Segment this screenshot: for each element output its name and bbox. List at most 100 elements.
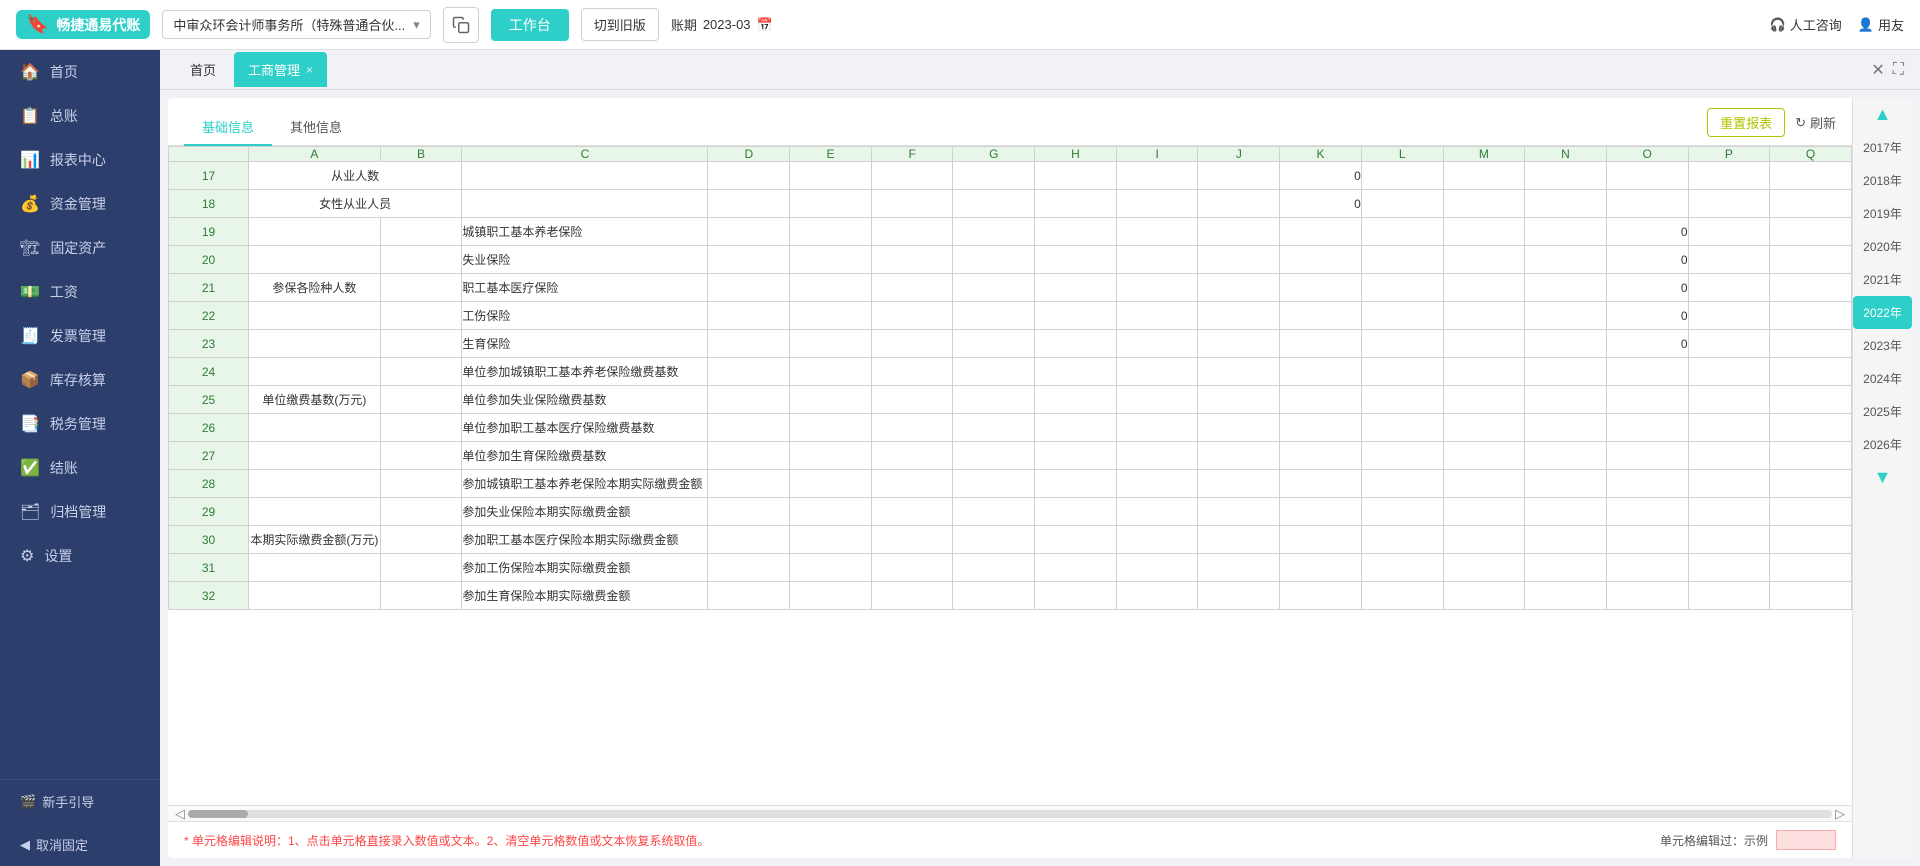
sidebar-item-general-ledger[interactable]: 📋 总账 — [0, 94, 160, 138]
cell-d31[interactable] — [708, 554, 790, 582]
cell-a31[interactable] — [249, 554, 381, 582]
cell-m17[interactable] — [1443, 162, 1525, 190]
cell-i24[interactable] — [1116, 358, 1198, 386]
cell-q31[interactable] — [1770, 554, 1852, 582]
cell-i30[interactable] — [1116, 526, 1198, 554]
cell-q28[interactable] — [1770, 470, 1852, 498]
cell-k29[interactable] — [1280, 498, 1362, 526]
cell-e31[interactable] — [790, 554, 872, 582]
cell-n32[interactable] — [1525, 582, 1607, 610]
cell-l30[interactable] — [1361, 526, 1443, 554]
cell-q32[interactable] — [1770, 582, 1852, 610]
sidebar-item-finance[interactable]: 💰 资金管理 — [0, 182, 160, 226]
cell-n17[interactable] — [1525, 162, 1607, 190]
cell-c31[interactable]: 参加工伤保险本期实际缴费金额 — [462, 554, 708, 582]
cell-h18[interactable] — [1035, 190, 1117, 218]
cell-e20[interactable] — [790, 246, 872, 274]
cell-o29[interactable] — [1606, 498, 1688, 526]
cell-n29[interactable] — [1525, 498, 1607, 526]
cell-j24[interactable] — [1198, 358, 1280, 386]
cell-n20[interactable] — [1525, 246, 1607, 274]
cell-e26[interactable] — [790, 414, 872, 442]
cell-a19[interactable] — [249, 218, 381, 246]
cell-b26[interactable] — [380, 414, 462, 442]
workbench-button[interactable]: 工作台 — [491, 9, 569, 41]
cell-d29[interactable] — [708, 498, 790, 526]
cell-k26[interactable] — [1280, 414, 1362, 442]
cell-a24[interactable] — [249, 358, 381, 386]
cell-c32[interactable]: 参加生育保险本期实际缴费金额 — [462, 582, 708, 610]
cell-h23[interactable] — [1035, 330, 1117, 358]
cell-p20[interactable] — [1688, 246, 1770, 274]
scroll-track[interactable] — [188, 810, 1832, 818]
cell-l17[interactable] — [1361, 162, 1443, 190]
cell-f24[interactable] — [871, 358, 953, 386]
cell-m22[interactable] — [1443, 302, 1525, 330]
cell-h22[interactable] — [1035, 302, 1117, 330]
cell-c30[interactable]: 参加职工基本医疗保险本期实际缴费金额 — [462, 526, 708, 554]
cell-b21[interactable] — [380, 274, 462, 302]
sidebar-item-invoice[interactable]: 🧾 发票管理 — [0, 314, 160, 358]
cell-d25[interactable] — [708, 386, 790, 414]
cell-e32[interactable] — [790, 582, 872, 610]
cell-g31[interactable] — [953, 554, 1035, 582]
new-guide-btn[interactable]: 🎬 新手引导 — [0, 780, 160, 823]
cell-l27[interactable] — [1361, 442, 1443, 470]
cell-f22[interactable] — [871, 302, 953, 330]
cell-e21[interactable] — [790, 274, 872, 302]
cell-n28[interactable] — [1525, 470, 1607, 498]
cell-i19[interactable] — [1116, 218, 1198, 246]
cell-p22[interactable] — [1688, 302, 1770, 330]
cell-k24[interactable] — [1280, 358, 1362, 386]
cell-g23[interactable] — [953, 330, 1035, 358]
cell-h27[interactable] — [1035, 442, 1117, 470]
cell-d22[interactable] — [708, 302, 790, 330]
cell-o18[interactable] — [1606, 190, 1688, 218]
tab-home[interactable]: 首页 — [176, 52, 230, 87]
cell-g24[interactable] — [953, 358, 1035, 386]
cell-g30[interactable] — [953, 526, 1035, 554]
cell-p32[interactable] — [1688, 582, 1770, 610]
cell-n23[interactable] — [1525, 330, 1607, 358]
cell-q26[interactable] — [1770, 414, 1852, 442]
spreadsheet-container[interactable]: A B C D E F G H I J K L — [168, 146, 1852, 805]
cell-d19[interactable] — [708, 218, 790, 246]
sidebar-item-inventory[interactable]: 📦 库存核算 — [0, 358, 160, 402]
cell-l26[interactable] — [1361, 414, 1443, 442]
cell-d18[interactable] — [708, 190, 790, 218]
year-2018[interactable]: 2018年 — [1853, 164, 1912, 197]
sidebar-item-home[interactable]: 🏠 首页 — [0, 50, 160, 94]
cell-a17[interactable]: 从业人数 — [249, 162, 462, 190]
cell-d28[interactable] — [708, 470, 790, 498]
year-2023[interactable]: 2023年 — [1853, 329, 1912, 362]
cell-j23[interactable] — [1198, 330, 1280, 358]
cell-q27[interactable] — [1770, 442, 1852, 470]
cell-q21[interactable] — [1770, 274, 1852, 302]
cell-c25[interactable]: 单位参加失业保险缴费基数 — [462, 386, 708, 414]
cell-h30[interactable] — [1035, 526, 1117, 554]
cell-b32[interactable] — [380, 582, 462, 610]
cell-j21[interactable] — [1198, 274, 1280, 302]
cell-o24[interactable] — [1606, 358, 1688, 386]
cell-j31[interactable] — [1198, 554, 1280, 582]
cell-c19[interactable]: 城镇职工基本养老保险 — [462, 218, 708, 246]
cell-g18[interactable] — [953, 190, 1035, 218]
year-2019[interactable]: 2019年 — [1853, 197, 1912, 230]
cell-l24[interactable] — [1361, 358, 1443, 386]
cell-a27[interactable] — [249, 442, 381, 470]
cell-e29[interactable] — [790, 498, 872, 526]
cell-c24[interactable]: 单位参加城镇职工基本养老保险缴费基数 — [462, 358, 708, 386]
cell-h32[interactable] — [1035, 582, 1117, 610]
sidebar-item-archive[interactable]: 🗂 归档管理 — [0, 490, 160, 534]
user-area[interactable]: 👤 用友 — [1858, 15, 1904, 34]
cell-c18[interactable] — [462, 190, 708, 218]
cell-h29[interactable] — [1035, 498, 1117, 526]
cell-l18[interactable] — [1361, 190, 1443, 218]
year-2026[interactable]: 2026年 — [1853, 428, 1912, 461]
cell-a18[interactable]: 女性从业人员 — [249, 190, 462, 218]
cell-f26[interactable] — [871, 414, 953, 442]
cell-o32[interactable] — [1606, 582, 1688, 610]
cell-i25[interactable] — [1116, 386, 1198, 414]
cell-j22[interactable] — [1198, 302, 1280, 330]
cell-o17[interactable] — [1606, 162, 1688, 190]
